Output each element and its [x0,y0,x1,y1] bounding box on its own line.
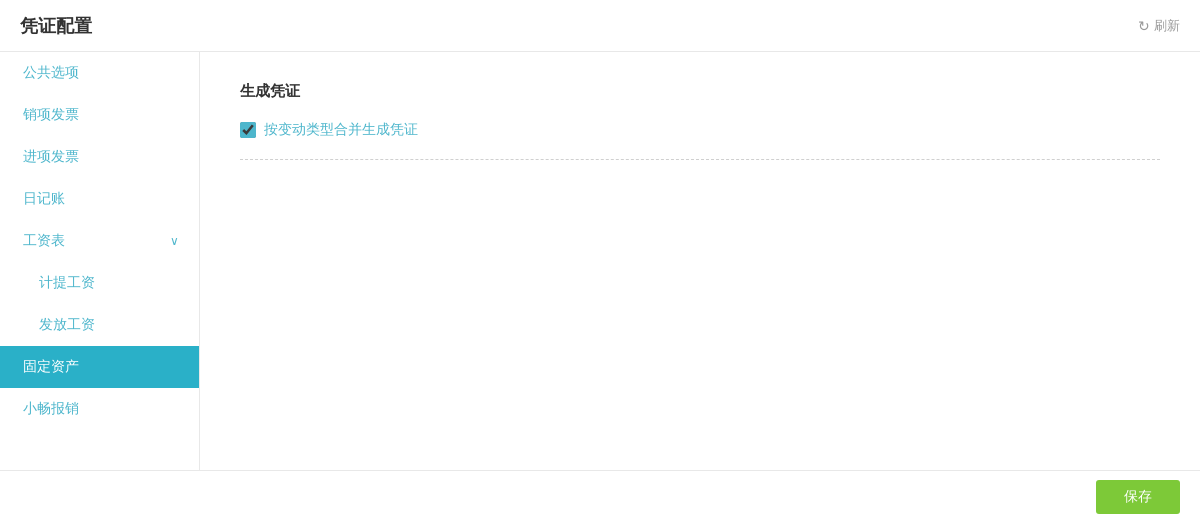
sidebar-item-fixed-assets[interactable]: 固定资产 [0,346,199,388]
section-divider [240,159,1160,160]
sidebar: 公共选项销项发票进项发票日记账工资表 ∨ 计提工资发放工资固定资产小畅报销 [0,52,200,470]
sidebar-item-label: 公共选项 [23,64,79,82]
merge-voucher-checkbox[interactable] [240,122,256,138]
sidebar-item-journal[interactable]: 日记账 [0,178,199,220]
main-layout: 公共选项销项发票进项发票日记账工资表 ∨ 计提工资发放工资固定资产小畅报销 生成凭证… [0,52,1200,470]
sidebar-item-label: 销项发票 [23,106,79,124]
sidebar-item-label: 进项发票 [23,148,79,166]
footer: 保存 [0,470,1200,522]
checkbox-row: 按变动类型合并生成凭证 [240,121,1160,139]
sidebar-item-purchase-invoice[interactable]: 进项发票 [0,136,199,178]
chevron-down-icon: ∨ [170,234,179,248]
sidebar-item-label: 固定资产 [23,358,79,376]
sidebar-item-label: 日记账 [23,190,65,208]
sidebar-item-label: 小畅报销 [23,400,79,418]
sidebar-item-label: 工资表 [23,232,65,250]
sidebar-item-label: 发放工资 [39,316,95,334]
sidebar-item-payroll-table[interactable]: 工资表 ∨ [0,220,199,262]
sidebar-item-label: 计提工资 [39,274,95,292]
merge-voucher-label[interactable]: 按变动类型合并生成凭证 [264,121,418,139]
header: 凭证配置 ↻ 刷新 [0,0,1200,52]
save-button[interactable]: 保存 [1096,480,1180,514]
sidebar-item-public-options[interactable]: 公共选项 [0,52,199,94]
sidebar-item-distribute-payroll[interactable]: 发放工资 [0,304,199,346]
page-title: 凭证配置 [20,14,92,38]
section-title: 生成凭证 [240,82,1160,101]
sidebar-item-sales-invoice[interactable]: 销项发票 [0,94,199,136]
sidebar-item-accrual-payroll[interactable]: 计提工资 [0,262,199,304]
refresh-icon: ↻ [1138,18,1150,34]
sidebar-item-petty-expense[interactable]: 小畅报销 [0,388,199,430]
refresh-button[interactable]: ↻ 刷新 [1138,17,1180,35]
content-area: 生成凭证 按变动类型合并生成凭证 [200,52,1200,470]
refresh-label: 刷新 [1154,17,1180,35]
